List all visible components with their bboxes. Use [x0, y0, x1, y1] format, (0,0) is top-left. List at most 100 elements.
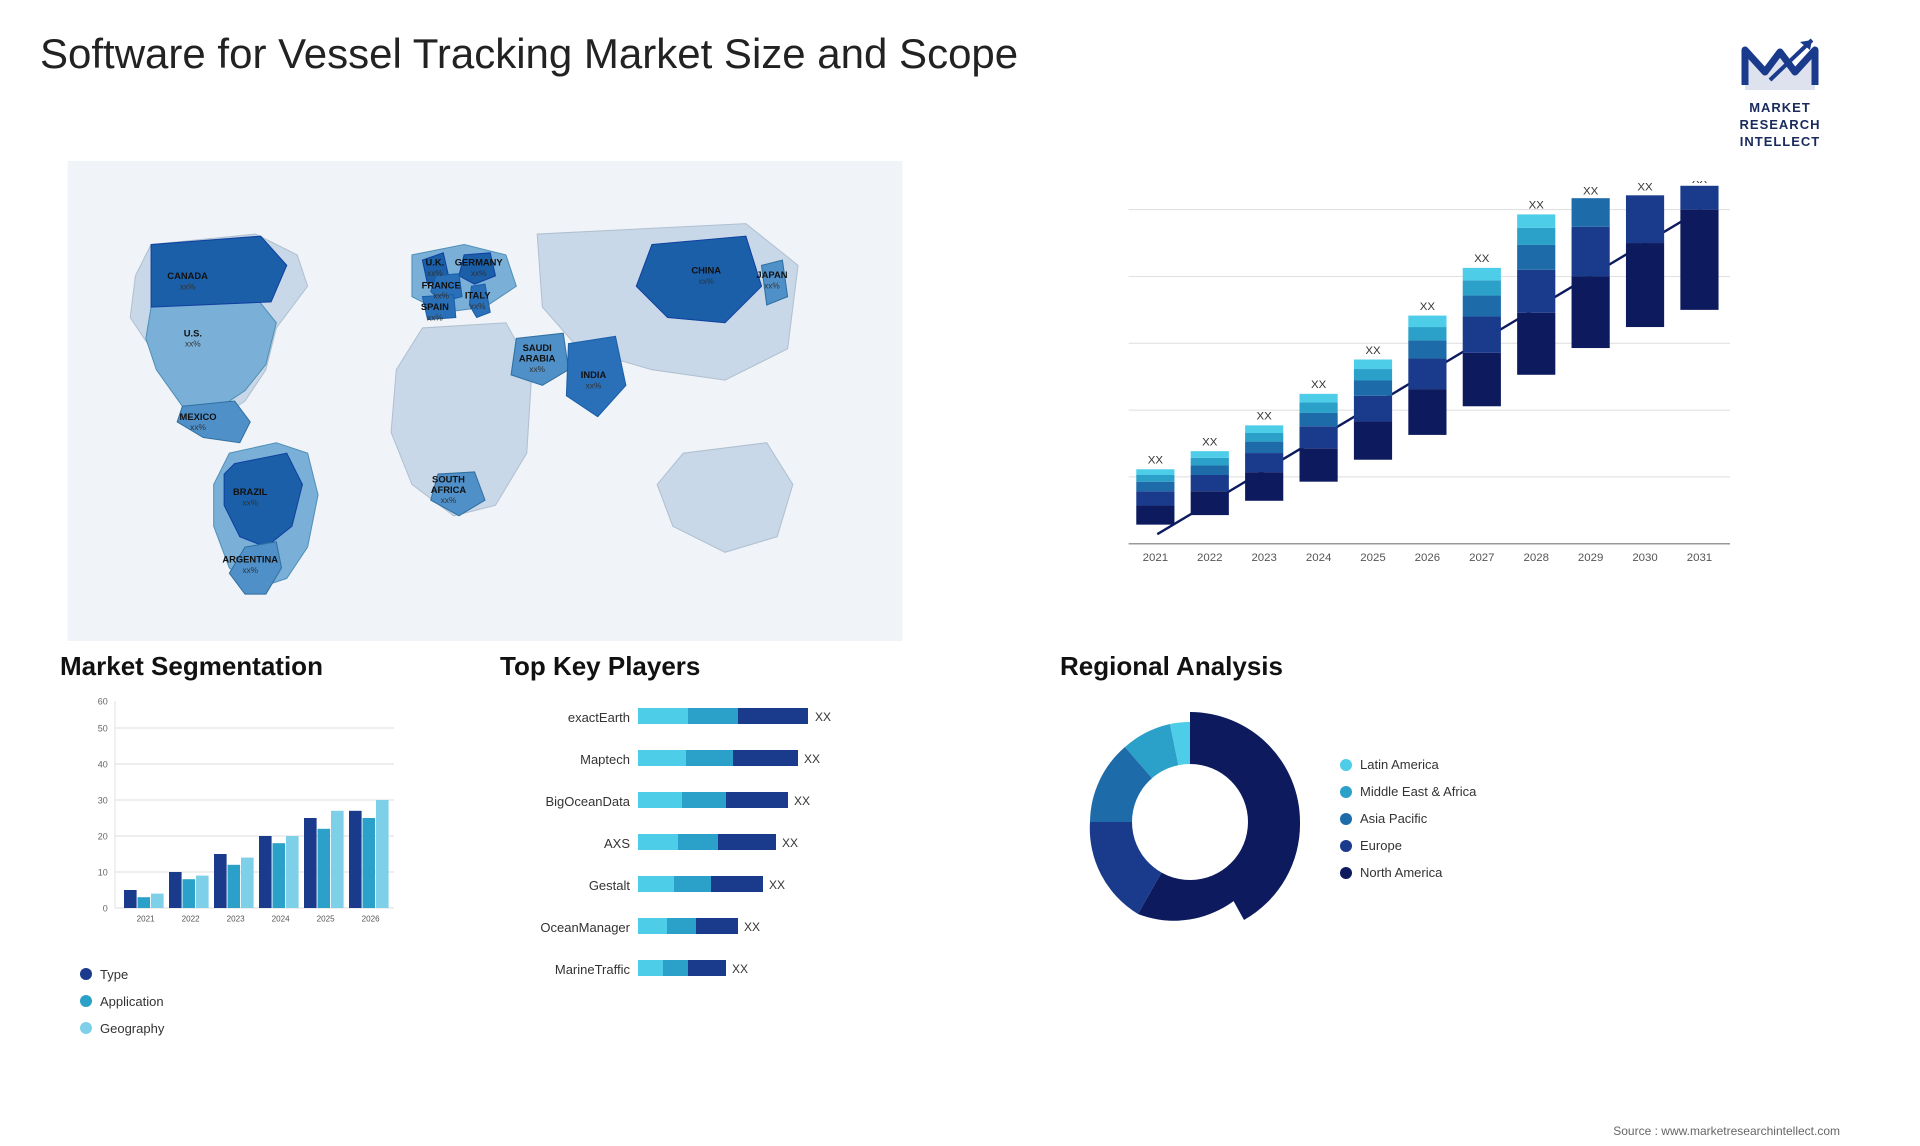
svg-text:XX: XX	[1257, 410, 1273, 422]
svg-text:40: 40	[98, 759, 108, 769]
legend-label-asia-pacific: Asia Pacific	[1360, 811, 1427, 826]
svg-text:xx%: xx%	[242, 565, 258, 575]
legend-dot-latin-america	[1340, 759, 1352, 771]
svg-text:xx%: xx%	[433, 290, 449, 300]
svg-text:XX: XX	[804, 752, 820, 766]
world-map-container: CANADA xx% U.S. xx% MEXICO xx% BRAZIL xx…	[40, 161, 930, 641]
svg-text:2022: 2022	[182, 914, 200, 923]
svg-text:XX: XX	[1529, 199, 1545, 211]
svg-text:FRANCE: FRANCE	[422, 279, 461, 290]
svg-text:JAPAN: JAPAN	[756, 269, 787, 280]
page-header: Software for Vessel Tracking Market Size…	[0, 0, 1920, 161]
svg-text:2029: 2029	[1578, 552, 1603, 564]
svg-text:SAUDI: SAUDI	[523, 342, 552, 353]
svg-text:2021: 2021	[137, 914, 155, 923]
svg-text:xx%: xx%	[586, 380, 602, 390]
svg-text:xx%: xx%	[427, 312, 443, 322]
svg-text:GERMANY: GERMANY	[455, 256, 504, 267]
players-title: Top Key Players	[500, 651, 1000, 682]
svg-text:2028: 2028	[1524, 552, 1549, 564]
legend-type: Type	[80, 967, 440, 982]
svg-text:10: 10	[98, 867, 108, 877]
svg-text:XX: XX	[1692, 181, 1708, 186]
svg-text:XX: XX	[794, 794, 810, 808]
logo-area: MARKET RESEARCH INTELLECT	[1680, 30, 1880, 151]
svg-text:2031: 2031	[1687, 552, 1712, 564]
svg-text:2022: 2022	[1197, 552, 1222, 564]
segmentation-legend: Type Application Geography	[80, 967, 440, 1042]
svg-text:XX: XX	[1365, 344, 1381, 356]
donut-chart	[1060, 692, 1320, 952]
legend-europe: Europe	[1340, 838, 1476, 853]
svg-text:xx%: xx%	[427, 267, 443, 277]
legend-dot-application	[80, 995, 92, 1007]
svg-text:2025: 2025	[1360, 552, 1385, 564]
svg-text:2026: 2026	[1415, 552, 1440, 564]
bar-chart: XX 2021 XX 2022 XX 2023 XX 20	[970, 181, 1860, 601]
bottom-row: Market Segmentation 0 10 20 30 40 50 60 …	[0, 641, 1920, 1041]
svg-text:2021: 2021	[1143, 552, 1168, 564]
svg-text:BRAZIL: BRAZIL	[233, 486, 268, 497]
regional-title: Regional Analysis	[1060, 651, 1860, 682]
legend-dot-geography	[80, 1022, 92, 1034]
key-players-section: Top Key Players exactEarth XX Maptech XX…	[480, 641, 1020, 1041]
svg-text:XX: XX	[1311, 379, 1327, 391]
legend-latin-america: Latin America	[1340, 757, 1476, 772]
world-map: CANADA xx% U.S. xx% MEXICO xx% BRAZIL xx…	[40, 161, 930, 641]
source-text: Source : www.marketresearchintellect.com	[1613, 1124, 1880, 1138]
players-chart: exactEarth XX Maptech XX BigOceanData XX…	[500, 692, 1000, 1012]
svg-text:Maptech: Maptech	[580, 752, 630, 767]
svg-text:XX: XX	[1420, 301, 1436, 313]
svg-text:SPAIN: SPAIN	[421, 301, 449, 312]
svg-text:2024: 2024	[1306, 552, 1332, 564]
svg-text:0: 0	[103, 903, 108, 913]
top-row: CANADA xx% U.S. xx% MEXICO xx% BRAZIL xx…	[0, 161, 1920, 641]
legend-label-middle-east-africa: Middle East & Africa	[1360, 784, 1476, 799]
svg-text:Gestalt: Gestalt	[589, 878, 631, 893]
svg-text:XX: XX	[782, 836, 798, 850]
svg-text:ARGENTINA: ARGENTINA	[222, 553, 278, 564]
legend-dot-type	[80, 968, 92, 980]
svg-text:xx%: xx%	[185, 338, 201, 348]
legend-application: Application	[80, 994, 440, 1009]
svg-text:XX: XX	[744, 920, 760, 934]
page-title: Software for Vessel Tracking Market Size…	[40, 30, 1680, 78]
svg-text:OceanManager: OceanManager	[540, 920, 630, 935]
svg-text:xx%: xx%	[180, 281, 196, 291]
legend-middle-east-africa: Middle East & Africa	[1340, 784, 1476, 799]
legend-dot-asia-pacific	[1340, 813, 1352, 825]
svg-text:60: 60	[98, 696, 108, 706]
svg-text:BigOceanData: BigOceanData	[545, 794, 630, 809]
svg-text:MarineTraffic: MarineTraffic	[555, 962, 631, 977]
bar-chart-container: XX 2021 XX 2022 XX 2023 XX 20	[950, 161, 1880, 641]
legend-north-america: North America	[1340, 865, 1476, 880]
svg-text:XX: XX	[1148, 454, 1164, 466]
svg-text:CHINA: CHINA	[691, 264, 721, 275]
svg-text:XX: XX	[1474, 253, 1490, 265]
legend-dot-europe	[1340, 840, 1352, 852]
svg-text:XX: XX	[769, 878, 785, 892]
regional-legend: Latin America Middle East & Africa Asia …	[1340, 757, 1476, 886]
segmentation-title: Market Segmentation	[60, 651, 440, 682]
svg-text:AXS: AXS	[604, 836, 630, 851]
legend-geography: Geography	[80, 1021, 440, 1036]
legend-label-north-america: North America	[1360, 865, 1442, 880]
svg-text:SOUTH: SOUTH	[432, 473, 465, 484]
svg-text:ITALY: ITALY	[465, 289, 491, 300]
svg-text:2026: 2026	[362, 914, 380, 923]
legend-label-europe: Europe	[1360, 838, 1402, 853]
svg-text:30: 30	[98, 795, 108, 805]
segmentation-section: Market Segmentation 0 10 20 30 40 50 60 …	[40, 641, 460, 1041]
svg-text:xx%: xx%	[471, 267, 487, 277]
svg-text:XX: XX	[732, 962, 748, 976]
segmentation-chart: 0 10 20 30 40 50 60 2021 2022 2023	[60, 692, 440, 962]
legend-label-geography: Geography	[100, 1021, 164, 1036]
legend-label-type: Type	[100, 967, 128, 982]
regional-content: Latin America Middle East & Africa Asia …	[1060, 692, 1860, 952]
svg-text:2025: 2025	[317, 914, 335, 923]
svg-text:20: 20	[98, 831, 108, 841]
svg-text:50: 50	[98, 723, 108, 733]
svg-text:xx%: xx%	[764, 280, 780, 290]
svg-text:XX: XX	[1637, 181, 1653, 193]
svg-text:xx%: xx%	[190, 422, 206, 432]
